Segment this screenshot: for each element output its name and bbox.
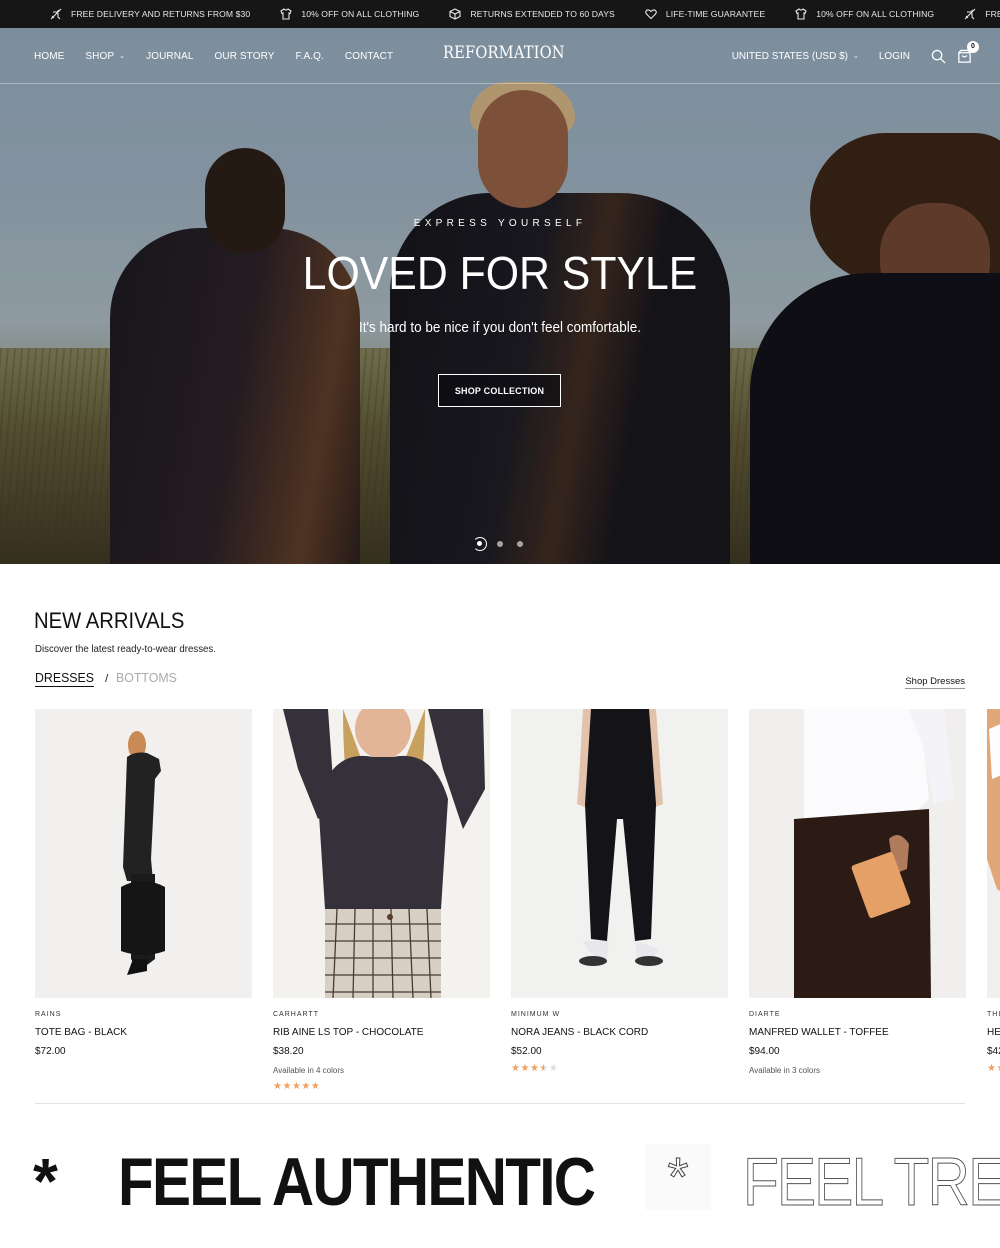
product-card[interactable]: MINIMUM W NORA JEANS - BLACK CORD $52.00… [511, 709, 728, 1074]
announcement-item: 10% OFF ON ALL CLOTHING [280, 8, 419, 20]
slide-dot-2[interactable] [497, 541, 503, 547]
search-button[interactable] [928, 46, 948, 66]
section-subtitle: Discover the latest ready-to-wear dresse… [35, 643, 216, 655]
product-card[interactable]: CARHARTT RIB AINE LS TOP - CHOCOLATE $38… [273, 709, 490, 1092]
nav-shop[interactable]: SHOP ⌄ [85, 51, 125, 62]
tshirt-icon [280, 8, 292, 20]
product-color-count: Available in 3 colors [749, 1066, 821, 1075]
announcement-item: 10% OFF ON ALL CLOTHING [795, 8, 934, 20]
product-card[interactable]: THI HEI $42 ★★★★★ [987, 709, 1000, 1074]
product-name[interactable]: NORA JEANS - BLACK CORD [511, 1027, 728, 1038]
star-icon: ★ [548, 1063, 559, 1074]
hero-eyebrow: EXPRESS YOURSELF [413, 218, 587, 229]
tab-bottoms[interactable]: BOTTOMS [116, 670, 177, 685]
chevron-down-icon: ⌄ [853, 53, 859, 60]
announcement-item: RETURNS EXTENDED TO 60 DAYS [449, 8, 615, 20]
slide-dot-1[interactable] [473, 537, 487, 551]
announcement-bar: FREE DELIVERY AND RETURNS FROM $30 10% O… [0, 0, 1000, 28]
nav-journal[interactable]: JOURNAL [146, 51, 193, 62]
product-card[interactable]: RAINS TOTE BAG - BLACK $72.00 [35, 709, 252, 1057]
marquee-text: FEEL AUTHENTIC [118, 1144, 596, 1220]
heart-icon [645, 9, 657, 20]
tab-dresses[interactable]: DRESSES [35, 670, 95, 687]
product-carousel: RAINS TOTE BAG - BLACK $72.00 CARHARTT R… [35, 709, 1000, 1104]
nav-contact[interactable]: CONTACT [345, 51, 393, 62]
product-image[interactable] [987, 709, 1000, 998]
product-rating: ★★★★★ [511, 1063, 728, 1074]
product-photo-manfred-wallet [749, 709, 966, 998]
product-brand: MINIMUM W [511, 1011, 561, 1018]
section-title: NEW ARRIVALS [34, 608, 185, 633]
star-icon: ★ [539, 1063, 549, 1074]
site-header: HOME SHOP ⌄ JOURNAL OUR STORY F.A.Q. CONT… [0, 28, 1000, 84]
search-icon [931, 49, 946, 64]
star-icon: ★ [520, 1063, 530, 1074]
chevron-down-icon: ⌄ [119, 53, 126, 60]
tshirt-icon [795, 8, 807, 20]
plane-icon [50, 8, 62, 20]
nav-our-story[interactable]: OUR STORY [215, 51, 275, 62]
product-rating: ★★★★★ [987, 1063, 1000, 1074]
product-price: $94.00 [749, 1046, 780, 1057]
product-price: $38.20 [273, 1046, 304, 1057]
tab-separator: / [105, 673, 109, 685]
product-name[interactable]: MANFRED WALLET - TOFFEE [749, 1027, 966, 1038]
announcement-item: FREE DELIVERY AND RETURNS FROM $30 [964, 8, 1000, 20]
product-photo-rib-top [273, 709, 490, 998]
star-icon: ★ [301, 1081, 311, 1092]
hero-title: LOVED FOR STYLE [302, 247, 698, 299]
product-image[interactable] [511, 709, 728, 998]
product-photo-partial [987, 709, 1000, 998]
product-price: $42 [987, 1046, 1000, 1057]
country-selector[interactable]: UNITED STATES (USD $) ⌄ [732, 51, 859, 62]
header-actions: UNITED STATES (USD $) ⌄ LOGIN 0 [732, 28, 979, 84]
marquee-text-outline: FEEL TRE [743, 1144, 1000, 1221]
product-brand: THI [987, 1011, 1000, 1018]
box-icon [449, 8, 461, 20]
announcement-item: FREE DELIVERY AND RETURNS FROM $30 [50, 8, 250, 20]
section-divider [35, 1103, 965, 1104]
asterisk-outline-icon: * [645, 1144, 711, 1210]
product-price: $72.00 [35, 1046, 66, 1057]
star-icon: ★ [310, 1081, 321, 1092]
main-nav: HOME SHOP ⌄ JOURNAL OUR STORY F.A.Q. CONT… [34, 28, 414, 84]
brand-logo[interactable]: REFORMATION [443, 43, 565, 63]
announcement-item: LIFE-TIME GUARANTEE [645, 8, 765, 20]
product-card[interactable]: DIARTE MANFRED WALLET - TOFFEE $94.00 Av… [749, 709, 966, 1075]
product-name[interactable]: RIB AINE LS TOP - CHOCOLATE [273, 1027, 490, 1038]
product-price: $52.00 [511, 1046, 542, 1057]
slide-dot-3[interactable] [517, 541, 523, 547]
hero-subtitle: It's hard to be nice if you don't feel c… [358, 319, 642, 336]
nav-home[interactable]: HOME [34, 51, 64, 62]
product-image[interactable] [273, 709, 490, 998]
shop-collection-button[interactable]: SHOP COLLECTION [438, 374, 561, 407]
asterisk-icon: * [33, 1145, 58, 1217]
text-marquee: * FEEL AUTHENTIC * FEEL TRE [0, 1140, 1000, 1221]
shop-dresses-link[interactable]: Shop Dresses [905, 676, 965, 689]
product-photo-nora-jeans [511, 709, 728, 998]
star-icon: ★ [291, 1081, 302, 1092]
product-brand: RAINS [35, 1011, 62, 1018]
cart-count-badge: 0 [967, 41, 979, 53]
cart-button[interactable]: 0 [954, 41, 979, 66]
category-tabs: DRESSES / BOTTOMS [35, 670, 180, 687]
product-image[interactable] [749, 709, 966, 998]
product-name[interactable]: TOTE BAG - BLACK [35, 1027, 252, 1038]
nav-faq[interactable]: F.A.Q. [296, 51, 324, 62]
product-name[interactable]: HEI [987, 1027, 1000, 1038]
star-icon: ★ [996, 1063, 1000, 1074]
product-rating: ★★★★★ [273, 1081, 490, 1092]
product-brand: CARHARTT [273, 1011, 319, 1018]
plane-icon [964, 8, 976, 20]
product-brand: DIARTE [749, 1011, 781, 1018]
star-icon: ★ [529, 1063, 540, 1074]
slideshow-dots [473, 536, 530, 552]
product-color-count: Available in 4 colors [273, 1066, 345, 1075]
star-icon: ★ [282, 1081, 292, 1092]
product-photo-tote-bag [35, 709, 252, 998]
login-link[interactable]: LOGIN [879, 51, 910, 62]
product-image[interactable] [35, 709, 252, 998]
